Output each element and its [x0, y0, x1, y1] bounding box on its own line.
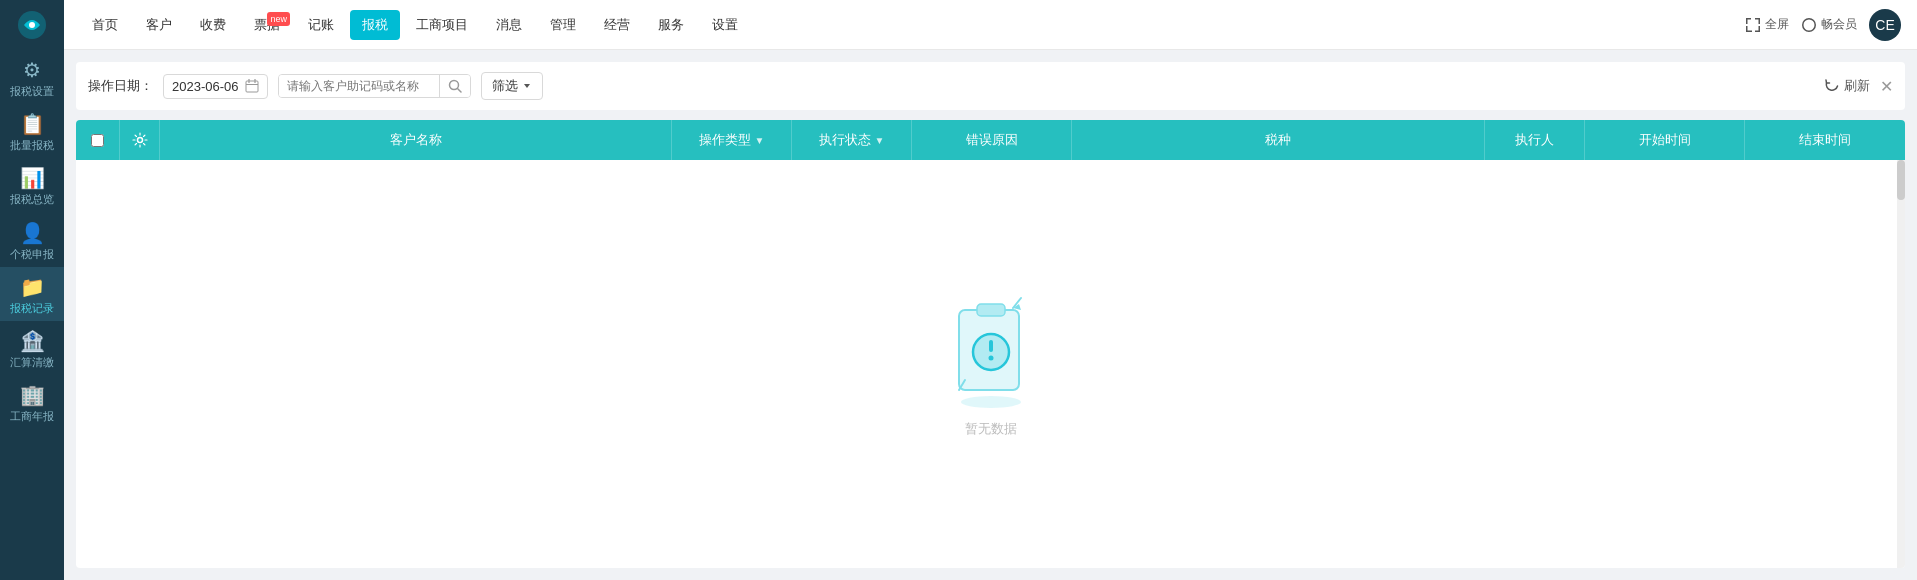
sidebar-item-piliangbaoshui[interactable]: 📋 批量报税: [0, 104, 64, 158]
svg-marker-8: [524, 84, 530, 88]
date-label: 操作日期：: [88, 77, 153, 95]
nav-fuwu[interactable]: 服务: [646, 10, 696, 40]
th-starttime: 开始时间: [1585, 120, 1745, 160]
nav-shezhi[interactable]: 设置: [700, 10, 750, 40]
sidebar-item-geshuishenbao[interactable]: 👤 个税申报: [0, 213, 64, 267]
search-button[interactable]: [439, 75, 470, 97]
filter-bar: 操作日期： 2023-06-06 筛选 刷新 ✕: [76, 62, 1905, 110]
search-input[interactable]: [279, 75, 439, 97]
th-settings[interactable]: [120, 120, 160, 160]
empty-illustration: [941, 290, 1041, 410]
sidebar-item-huisuanqingjiao[interactable]: 🏦 汇算清缴: [0, 321, 64, 375]
sidebar: ⚙ 报税设置 📋 批量报税 📊 报税总览 👤 个税申报 📁 报税记录 🏦 汇算清…: [0, 0, 64, 580]
refresh-button[interactable]: 刷新: [1824, 77, 1870, 95]
sort-exstatus-icon: ▼: [875, 135, 885, 146]
filter-button[interactable]: 筛选: [481, 72, 543, 100]
th-taxtype: 税种: [1072, 120, 1485, 160]
sidebar-logo: [0, 0, 64, 50]
main-area: 首页 客户 收费 票据 new 记账 报税 工商项目 消息: [64, 0, 1917, 580]
fullscreen-btn[interactable]: 全屏: [1745, 16, 1789, 33]
svg-line-7: [457, 89, 461, 93]
svg-rect-14: [989, 340, 993, 352]
new-badge: new: [267, 12, 290, 26]
th-executor: 执行人: [1485, 120, 1585, 160]
th-checkbox[interactable]: [76, 120, 120, 160]
th-exstatus[interactable]: 执行状态 ▼: [792, 120, 912, 160]
sort-optype-icon: ▼: [755, 135, 765, 146]
avatar[interactable]: CE: [1869, 9, 1901, 41]
nav-xiaoxi[interactable]: 消息: [484, 10, 534, 40]
topnav-right: 全屏 畅会员 CE: [1745, 9, 1901, 41]
sidebar-item-baoshuijilu[interactable]: 📁 报税记录: [0, 267, 64, 321]
settings-icon: ⚙: [23, 58, 41, 82]
nav-guanli[interactable]: 管理: [538, 10, 588, 40]
sidebar-item-label: 汇算清缴: [10, 356, 54, 369]
nav-shoufei[interactable]: 收费: [188, 10, 238, 40]
svg-rect-12: [977, 304, 1005, 316]
select-all-checkbox[interactable]: [91, 134, 104, 147]
sidebar-item-label: 批量报税: [10, 139, 54, 152]
table-body: 暂无数据: [76, 160, 1905, 568]
empty-text: 暂无数据: [965, 420, 1017, 438]
nav-kehu[interactable]: 客户: [134, 10, 184, 40]
building-icon: 🏢: [20, 383, 45, 407]
content-area: 操作日期： 2023-06-06 筛选 刷新 ✕: [64, 50, 1917, 580]
svg-rect-2: [246, 81, 258, 92]
nav-shouye[interactable]: 首页: [80, 10, 130, 40]
nav-baoshui[interactable]: 报税: [350, 10, 400, 40]
record-icon: 📁: [20, 275, 45, 299]
overview-icon: 📊: [20, 166, 45, 190]
sidebar-item-label: 报税总览: [10, 193, 54, 206]
search-input-wrap: [278, 74, 471, 98]
sidebar-item-gongshangnianbaot[interactable]: 🏢 工商年报: [0, 375, 64, 429]
table-header: 客户名称 操作类型 ▼ 执行状态 ▼ 错误原因 税种 执行人: [76, 120, 1905, 160]
th-client: 客户名称: [160, 120, 672, 160]
topnav-items: 首页 客户 收费 票据 new 记账 报税 工商项目 消息: [80, 10, 1745, 40]
sidebar-item-label: 报税记录: [10, 302, 54, 315]
svg-point-1: [29, 22, 35, 28]
nav-fapiao[interactable]: 票据 new: [242, 10, 292, 40]
bank-icon: 🏦: [20, 329, 45, 353]
scroll-hint: [1897, 160, 1905, 568]
scroll-thumb[interactable]: [1897, 160, 1905, 200]
th-erreason: 错误原因: [912, 120, 1072, 160]
person-icon: 👤: [20, 221, 45, 245]
nav-gongshangxiangmu[interactable]: 工商项目: [404, 10, 480, 40]
svg-point-9: [137, 138, 142, 143]
empty-state: 暂无数据: [941, 290, 1041, 438]
th-endtime: 结束时间: [1745, 120, 1905, 160]
member-btn[interactable]: 畅会员: [1801, 16, 1857, 33]
th-optype[interactable]: 操作类型 ▼: [672, 120, 792, 160]
svg-point-10: [961, 396, 1021, 408]
sidebar-item-label: 报税设置: [10, 85, 54, 98]
close-button[interactable]: ✕: [1880, 77, 1893, 96]
table: 客户名称 操作类型 ▼ 执行状态 ▼ 错误原因 税种 执行人: [76, 120, 1905, 568]
nav-jizhang[interactable]: 记账: [296, 10, 346, 40]
topnav: 首页 客户 收费 票据 new 记账 报税 工商项目 消息: [64, 0, 1917, 50]
date-picker[interactable]: 2023-06-06: [163, 74, 268, 99]
sidebar-item-baoeshuizonglan[interactable]: 📊 报税总览: [0, 158, 64, 212]
sidebar-item-baoshuishezhi[interactable]: ⚙ 报税设置: [0, 50, 64, 104]
sidebar-item-label: 工商年报: [10, 410, 54, 423]
sidebar-item-label: 个税申报: [10, 248, 54, 261]
batch-icon: 📋: [20, 112, 45, 136]
nav-jingying[interactable]: 经营: [592, 10, 642, 40]
svg-point-15: [988, 356, 993, 361]
